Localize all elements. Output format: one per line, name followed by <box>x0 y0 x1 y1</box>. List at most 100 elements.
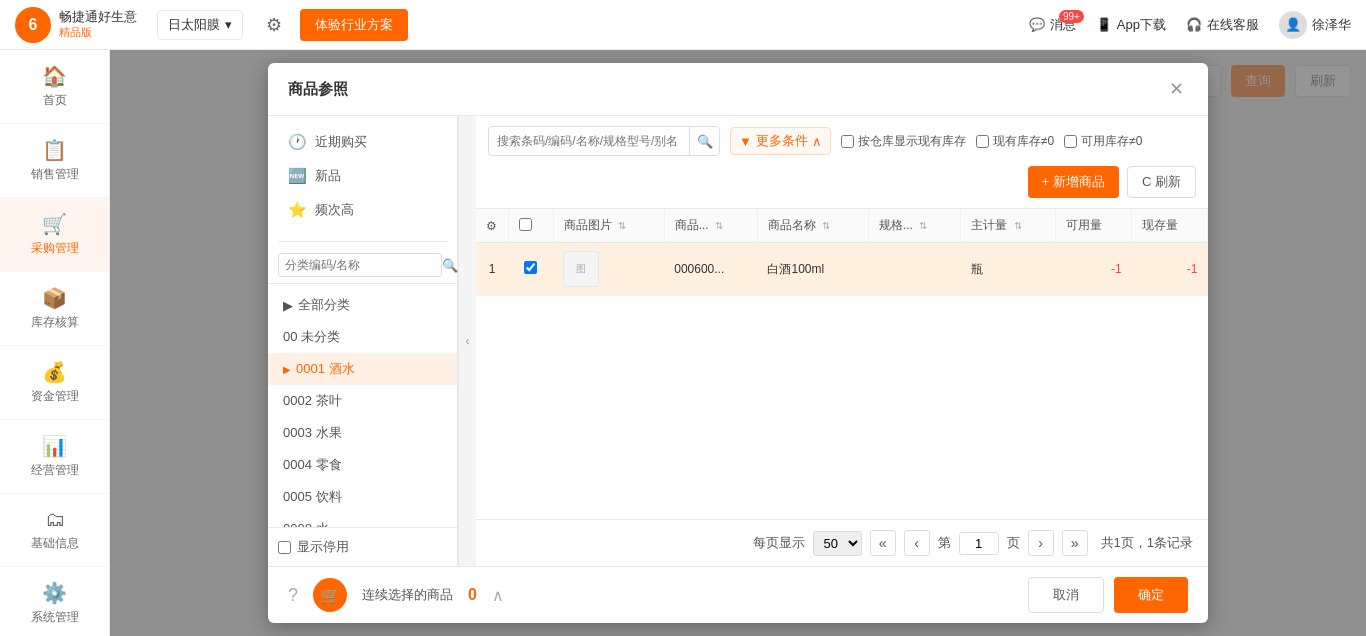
cell-unit: 瓶 <box>961 243 1056 296</box>
category-item-all[interactable]: ▶ 全部分类 <box>268 289 457 321</box>
checkbox-available-stock[interactable]: 可用库存≠0 <box>1064 133 1142 150</box>
cancel-button[interactable]: 取消 <box>1028 577 1104 613</box>
main-layout: 🏠 首页 📋 销售管理 🛒 采购管理 📦 库存核算 💰 资金管理 📊 经营管理 … <box>0 50 1366 636</box>
column-spec-header: 规格... ⇅ <box>868 209 960 243</box>
pagination-bar: 每页显示 50 « ‹ 第 页 › » 共1页，1条记录 <box>476 519 1208 566</box>
sales-icon: 📋 <box>42 138 67 162</box>
column-settings-icon[interactable]: ⚙ <box>476 209 508 243</box>
by-warehouse-checkbox[interactable] <box>841 135 854 148</box>
product-table: ⚙ 商品图片 ⇅ 商品... ⇅ <box>476 209 1208 296</box>
panel-collapse-button[interactable]: ‹ <box>458 116 476 566</box>
sidebar-item-purchase[interactable]: 🛒 采购管理 <box>0 198 109 272</box>
cell-checkbox[interactable] <box>508 243 553 296</box>
refresh-button[interactable]: C 刷新 <box>1127 166 1196 198</box>
cell-code: 000600... <box>664 243 757 296</box>
settings-icon[interactable]: ⚙ <box>258 9 290 41</box>
continuous-select-label: 连续选择的商品 <box>362 586 453 604</box>
home-icon: 🏠 <box>42 64 67 88</box>
top-navigation: 6 畅捷通好生意 精品版 日太阳膜 ▾ ⚙ 体验行业方案 💬 消息 99+ 📱 … <box>0 0 1366 50</box>
category-label-0002: 0002 茶叶 <box>283 392 342 410</box>
modal-overlay: 商品参照 ✕ 🕐 近期购买 🆕 <box>110 50 1366 636</box>
image-sort-icon: ⇅ <box>618 220 626 231</box>
sidebar-item-home[interactable]: 🏠 首页 <box>0 50 109 124</box>
left-footer: 显示停用 <box>268 527 457 566</box>
footer-right: 取消 确定 <box>1028 577 1188 613</box>
checkbox-current-stock[interactable]: 现有库存≠0 <box>976 133 1054 150</box>
quick-item-new[interactable]: 🆕 新品 <box>278 160 447 192</box>
avatar: 👤 <box>1279 11 1307 39</box>
logo-sub: 精品版 <box>59 25 137 40</box>
last-page-button[interactable]: » <box>1062 530 1088 556</box>
category-item-00[interactable]: 00 未分类 <box>268 321 457 353</box>
code-sort-icon: ⇅ <box>715 220 723 231</box>
quick-item-recent[interactable]: 🕐 近期购买 <box>278 126 447 158</box>
modal-close-button[interactable]: ✕ <box>1164 77 1188 101</box>
category-item-0002[interactable]: 0002 茶叶 <box>268 385 457 417</box>
category-search-button[interactable]: 🔍 <box>442 253 458 277</box>
prev-page-button[interactable]: ‹ <box>904 530 930 556</box>
right-panel: 🔍 ▼ 更多条件 ∧ 按仓库显示现有库存 <box>476 116 1208 566</box>
add-product-button[interactable]: + 新增商品 <box>1028 166 1119 198</box>
cart-icon[interactable]: 🛒 <box>313 578 347 612</box>
user-nav-item[interactable]: 👤 徐泽华 <box>1279 11 1351 39</box>
sidebar-label-purchase: 采购管理 <box>31 240 79 257</box>
sidebar-item-sales[interactable]: 📋 销售管理 <box>0 124 109 198</box>
per-page-label: 每页显示 <box>753 534 805 552</box>
help-icon[interactable]: ? <box>288 585 298 606</box>
table-row[interactable]: 1 图 000600... 白酒100ml <box>476 243 1208 296</box>
recent-icon: 🕐 <box>288 133 307 151</box>
spec-sort-icon: ⇅ <box>919 220 927 231</box>
select-all-checkbox[interactable] <box>519 218 532 231</box>
category-label-0005: 0005 饮料 <box>283 488 342 506</box>
filter-arrow-icon: ∧ <box>812 134 822 149</box>
next-page-button[interactable]: › <box>1028 530 1054 556</box>
sidebar-item-finance[interactable]: 💰 资金管理 <box>0 346 109 420</box>
customer-service-nav-item[interactable]: 🎧 在线客服 <box>1186 16 1259 34</box>
product-search-input[interactable] <box>489 134 689 148</box>
category-item-0005[interactable]: 0005 饮料 <box>268 481 457 513</box>
current-stock-checkbox[interactable] <box>976 135 989 148</box>
category-item-0003[interactable]: 0003 水果 <box>268 417 457 449</box>
more-filter-button[interactable]: ▼ 更多条件 ∧ <box>730 127 831 155</box>
left-panel: 🕐 近期购买 🆕 新品 ⭐ 频次高 <box>268 116 458 566</box>
column-checkbox-header[interactable] <box>508 209 553 243</box>
available-stock-checkbox[interactable] <box>1064 135 1077 148</box>
experience-btn[interactable]: 体验行业方案 <box>300 9 408 41</box>
sidebar-label-operations: 经营管理 <box>31 462 79 479</box>
page-info: 共1页，1条记录 <box>1101 534 1193 552</box>
logo-area: 6 畅捷通好生意 精品版 <box>15 7 137 43</box>
category-item-0008[interactable]: 0008 水 <box>268 513 457 527</box>
column-name-header: 商品名称 ⇅ <box>757 209 868 243</box>
warehouse-select-area[interactable]: 日太阳膜 ▾ <box>157 10 243 40</box>
sidebar-item-system[interactable]: ⚙️ 系统管理 <box>0 567 109 636</box>
product-search-button[interactable]: 🔍 <box>689 126 719 156</box>
sidebar-item-inventory[interactable]: 📦 库存核算 <box>0 272 109 346</box>
category-label-0001: 0001 酒水 <box>296 360 355 378</box>
warehouse-dropdown[interactable]: 日太阳膜 ▾ <box>157 10 243 40</box>
phone-icon: 📱 <box>1096 17 1112 32</box>
name-sort-icon: ⇅ <box>822 220 830 231</box>
product-table-container: ⚙ 商品图片 ⇅ 商品... ⇅ <box>476 209 1208 519</box>
sidebar-label-basic: 基础信息 <box>31 535 79 552</box>
per-page-select[interactable]: 50 <box>813 531 862 556</box>
confirm-button[interactable]: 确定 <box>1114 577 1188 613</box>
category-item-0004[interactable]: 0004 零食 <box>268 449 457 481</box>
sidebar-item-basic[interactable]: 🗂 基础信息 <box>0 494 109 567</box>
page-number-input[interactable] <box>959 532 999 555</box>
expand-icon[interactable]: ∧ <box>492 586 504 605</box>
row-checkbox[interactable] <box>524 261 537 274</box>
system-icon: ⚙️ <box>42 581 67 605</box>
show-disabled-label[interactable]: 显示停用 <box>297 538 349 556</box>
first-page-button[interactable]: « <box>870 530 896 556</box>
quick-item-frequent[interactable]: ⭐ 频次高 <box>278 194 447 226</box>
sidebar-item-operations[interactable]: 📊 经营管理 <box>0 420 109 494</box>
product-search-box: 🔍 <box>488 126 720 156</box>
checkbox-by-warehouse[interactable]: 按仓库显示现有库存 <box>841 133 966 150</box>
category-search-input[interactable] <box>278 253 442 277</box>
app-download-nav-item[interactable]: 📱 App下载 <box>1096 16 1166 34</box>
messages-nav-item[interactable]: 💬 消息 99+ <box>1029 16 1076 34</box>
show-disabled-checkbox[interactable] <box>278 541 291 554</box>
quick-items-area: 🕐 近期购买 🆕 新品 ⭐ 频次高 <box>268 116 457 236</box>
category-item-0001[interactable]: ▶ 0001 酒水 <box>268 353 457 385</box>
sidebar: 🏠 首页 📋 销售管理 🛒 采购管理 📦 库存核算 💰 资金管理 📊 经营管理 … <box>0 50 110 636</box>
